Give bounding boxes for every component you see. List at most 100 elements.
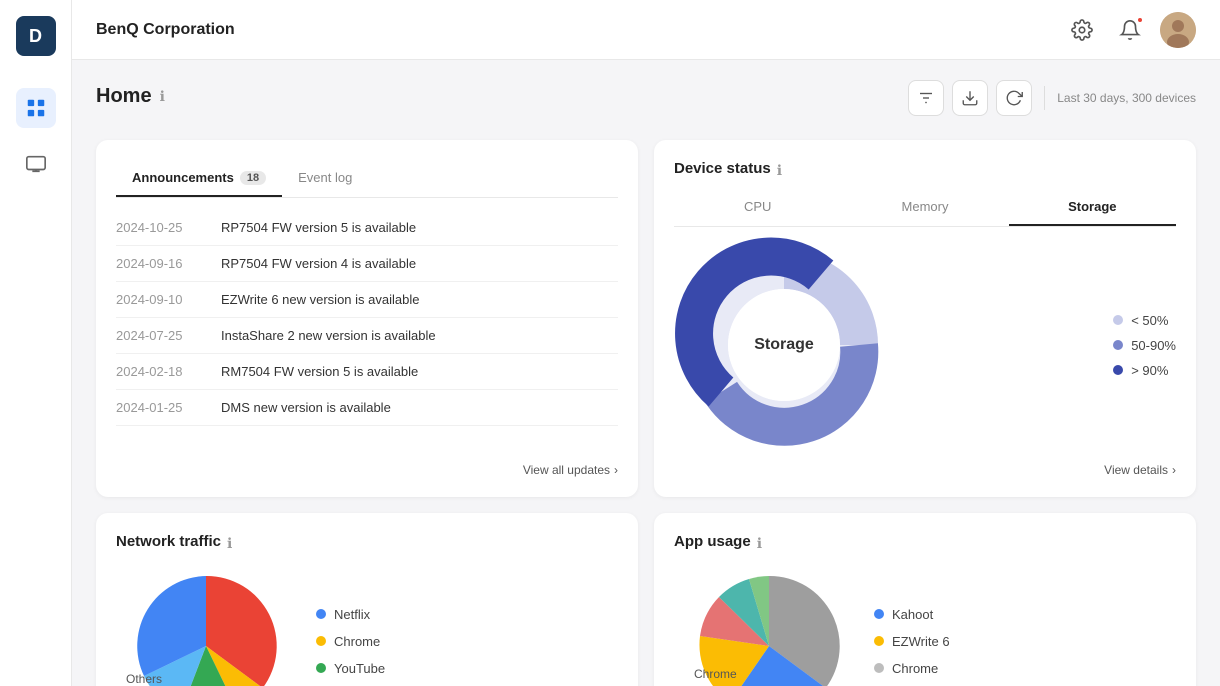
last-info: Last 30 days, 300 devices [1057,91,1196,105]
announcement-date: 2024-02-18 [116,364,201,379]
announcement-item: 2024-07-25 InstaShare 2 new version is av… [116,318,618,354]
legend-label: Kahoot [892,607,933,622]
view-details-link[interactable]: View details › [1104,463,1176,477]
storage-chart-area: Storage < 50% 50-90% > 90% [674,235,1176,455]
announcement-tabs: Announcements 18 Event log [116,160,618,198]
announcement-date: 2024-09-16 [116,256,201,271]
divider [1044,86,1045,110]
legend-label: Netflix [334,607,370,622]
sidebar-item-monitor[interactable] [16,144,56,184]
storage-donut: Storage [674,235,894,455]
legend-dot [874,636,884,646]
app-usage-chart-row: Chrome Kahoot EZWrite 6 Chrome [674,566,1176,686]
legend-dot [1113,315,1123,325]
legend-label: EZWrite 6 [892,634,950,649]
legend-label: YouTube [334,661,385,676]
announcement-date: 2024-07-25 [116,328,201,343]
tab-announcements[interactable]: Announcements 18 [116,160,282,197]
device-status-tabs: CPU Memory Storage [674,189,1176,227]
donut-center-label: Storage [754,336,814,354]
announcement-date: 2024-01-25 [116,400,201,415]
sidebar: D [0,0,72,686]
legend-label: < 50% [1131,313,1168,328]
announcement-item: 2024-09-16 RP7504 FW version 4 is availab… [116,246,618,282]
cards-row: Announcements 18 Event log 2024-10-25 RP7… [96,140,1196,497]
announcement-item: 2024-10-25 RP7504 FW version 5 is availab… [116,210,618,246]
announcements-card: Announcements 18 Event log 2024-10-25 RP7… [96,140,638,497]
settings-button[interactable] [1064,12,1100,48]
bottom-row: Network traffic ℹ [96,513,1196,686]
legend-dot [316,609,326,619]
view-all-updates[interactable]: View all updates › [523,463,618,477]
legend-dot [316,663,326,673]
app-usage-title: App usage [674,533,751,550]
legend-dot [1113,365,1123,375]
avatar[interactable] [1160,12,1196,48]
announcement-date: 2024-10-25 [116,220,201,235]
legend-item: 50-90% [1113,338,1176,353]
legend-label: Chrome [892,661,938,676]
others-label: Others [126,672,162,686]
legend-item: YouTube [316,661,385,676]
legend-label: > 90% [1131,363,1168,378]
topbar: BenQ Corporation [72,0,1220,60]
legend-dot [874,663,884,673]
legend-item: Netflix [316,607,385,622]
storage-legend: < 50% 50-90% > 90% [1113,313,1176,378]
network-info-icon: ℹ [227,535,232,552]
company-name: BenQ Corporation [96,21,1052,39]
download-button[interactable] [952,80,988,116]
announcement-item: 2024-09-10 EZWrite 6 new version is avail… [116,282,618,318]
network-legend: Netflix Chrome YouTube [316,607,385,676]
announcement-text: DMS new version is available [221,400,391,415]
notifications-button[interactable] [1112,12,1148,48]
sidebar-item-apps[interactable] [16,88,56,128]
app-usage-legend: Kahoot EZWrite 6 Chrome [874,607,950,676]
legend-item: Kahoot [874,607,950,622]
announcement-text: EZWrite 6 new version is available [221,292,419,307]
network-traffic-card: Network traffic ℹ [96,513,638,686]
page-info-icon: ℹ [160,88,165,105]
device-status-card: Device status ℹ CPU Memory Storage [654,140,1196,497]
tab-storage[interactable]: Storage [1009,189,1176,226]
device-status-info-icon: ℹ [777,162,782,179]
main-area: BenQ Corporation Home ℹ [72,0,1220,686]
announcement-item: 2024-02-18 RM7504 FW version 5 is availab… [116,354,618,390]
legend-item: Chrome [316,634,385,649]
refresh-button[interactable] [996,80,1032,116]
announcement-text: RP7504 FW version 5 is available [221,220,416,235]
chrome-label: Chrome [694,667,737,681]
legend-dot [316,636,326,646]
app-usage-pie: Chrome [674,566,854,686]
announcement-list: 2024-10-25 RP7504 FW version 5 is availab… [116,210,618,451]
device-status-title: Device status [674,160,771,177]
network-traffic-title: Network traffic [116,533,221,550]
legend-item: Chrome [874,661,950,676]
app-usage-info-icon: ℹ [757,535,762,552]
network-pie: Others Netflix [116,566,296,686]
page-title: Home [96,85,152,108]
tab-event-log[interactable]: Event log [282,160,368,197]
legend-item: > 90% [1113,363,1176,378]
legend-dot [1113,340,1123,350]
content: Home ℹ Last 30 days, 300 devices [72,60,1220,686]
legend-item: < 50% [1113,313,1176,328]
filter-button[interactable] [908,80,944,116]
legend-dot [874,609,884,619]
legend-item: EZWrite 6 [874,634,950,649]
announcement-text: RM7504 FW version 5 is available [221,364,418,379]
sidebar-nav [16,88,56,184]
page-header-row: Home ℹ Last 30 days, 300 devices [96,80,1196,116]
announcement-date: 2024-09-10 [116,292,201,307]
announcement-text: InstaShare 2 new version is available [221,328,436,343]
page-header: Home ℹ [96,85,165,108]
tab-memory[interactable]: Memory [841,189,1008,226]
legend-label: Chrome [334,634,380,649]
legend-label: 50-90% [1131,338,1176,353]
announcement-item: 2024-01-25 DMS new version is available [116,390,618,426]
announcements-badge: 18 [240,171,266,185]
network-chart-row: Others Netflix Netflix Chrome YouTube [116,566,618,686]
tab-cpu[interactable]: CPU [674,189,841,226]
announcement-text: RP7504 FW version 4 is available [221,256,416,271]
header-controls: Last 30 days, 300 devices [908,80,1196,116]
